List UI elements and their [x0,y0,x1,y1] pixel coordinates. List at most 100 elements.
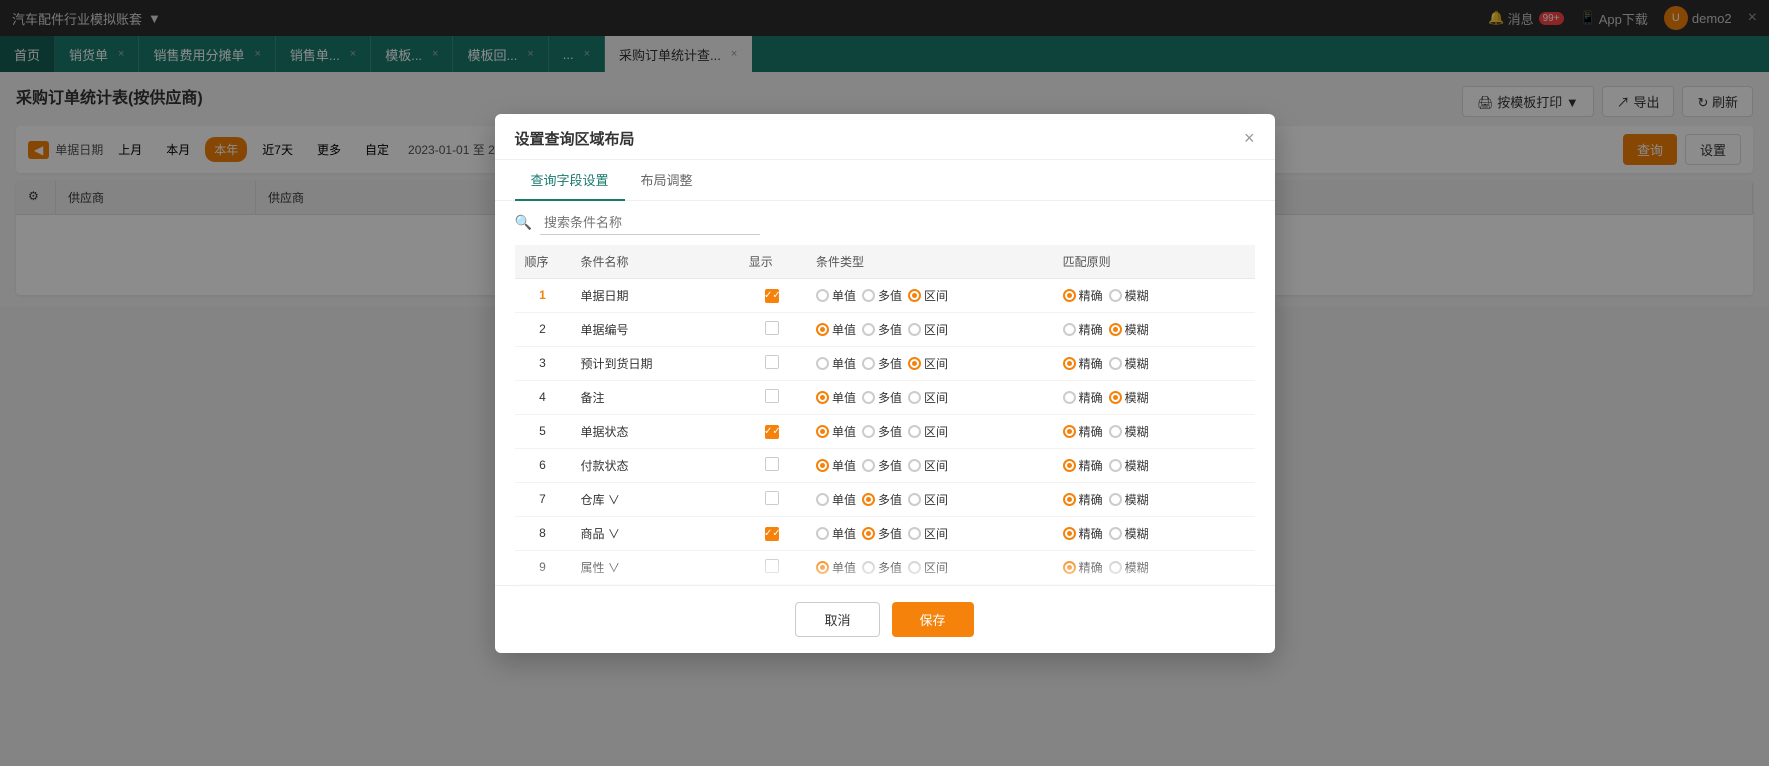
table-row: 3预计到货日期单值多值区间精确模糊 [515,346,1255,380]
order-cell: 1 [515,278,571,312]
type-cell: 单值多值区间 [806,448,1053,482]
display-checkbox[interactable] [765,355,779,369]
name-cell: 单据日期 [571,278,739,312]
match-radio-exact[interactable]: 精确 [1063,321,1103,338]
display-checkbox[interactable] [765,491,779,505]
type-cell: 单值多值区间 [806,278,1053,312]
match-radio-fuzzy[interactable]: 模糊 [1109,491,1149,508]
match-radio-exact[interactable]: 精确 [1063,457,1103,474]
type-radio-single[interactable]: 单值 [816,321,856,338]
type-radio-multi[interactable]: 多值 [862,321,902,338]
type-radio-multi[interactable]: 多值 [862,423,902,440]
display-cell[interactable] [739,380,806,414]
type-radio-range[interactable]: 区间 [908,559,948,576]
type-radio-range[interactable]: 区间 [908,423,948,440]
type-cell: 单值多值区间 [806,516,1053,550]
display-checkbox[interactable] [765,559,779,573]
type-radio-single[interactable]: 单值 [816,423,856,440]
type-radio-multi[interactable]: 多值 [862,457,902,474]
type-radio-range[interactable]: 区间 [908,321,948,338]
display-cell[interactable]: ✓ [739,278,806,312]
name-cell: 付款状态 [571,448,739,482]
match-radio-fuzzy[interactable]: 模糊 [1109,525,1149,542]
display-checkbox[interactable] [765,457,779,471]
search-icon: 🔍 [515,214,532,231]
match-radio-exact[interactable]: 精确 [1063,389,1103,406]
match-radio-exact[interactable]: 精确 [1063,525,1103,542]
type-radio-multi[interactable]: 多值 [862,559,902,576]
type-radio-range[interactable]: 区间 [908,525,948,542]
display-cell[interactable]: ✓ [739,414,806,448]
tab-layout-adjust[interactable]: 布局调整 [625,160,709,201]
tab-query-fields[interactable]: 查询字段设置 [515,160,625,201]
dialog-header: 设置查询区域布局 × [495,114,1275,160]
type-cell: 单值多值区间 [806,380,1053,414]
type-radio-multi[interactable]: 多值 [862,525,902,542]
dialog-tabs: 查询字段设置 布局调整 [495,160,1275,201]
type-radio-single[interactable]: 单值 [816,491,856,508]
match-radio-fuzzy[interactable]: 模糊 [1109,559,1149,576]
table-row: 4备注单值多值区间精确模糊 [515,380,1255,414]
order-cell: 4 [515,380,571,414]
match-radio-fuzzy[interactable]: 模糊 [1109,355,1149,372]
type-radio-range[interactable]: 区间 [908,457,948,474]
modal-overlay[interactable]: 设置查询区域布局 × 查询字段设置 布局调整 🔍 顺序 条件名称 [0,0,1769,766]
type-radio-multi[interactable]: 多值 [862,287,902,304]
name-cell: 备注 [571,380,739,414]
type-radio-single[interactable]: 单值 [816,355,856,372]
table-row: 10有无商品图片单值多值区间精确模糊 [515,584,1255,585]
name-cell: 单据状态 [571,414,739,448]
type-radio-range[interactable]: 区间 [908,389,948,406]
type-radio-single[interactable]: 单值 [816,457,856,474]
display-cell[interactable] [739,448,806,482]
cancel-btn[interactable]: 取消 [795,602,879,637]
display-cell[interactable] [739,482,806,516]
display-checkbox[interactable]: ✓ [765,425,779,439]
match-radio-exact[interactable]: 精确 [1063,355,1103,372]
type-radio-multi[interactable]: 多值 [862,355,902,372]
type-radio-multi[interactable]: 多值 [862,491,902,508]
name-cell: 商品 ∨ [571,516,739,550]
match-cell: 精确模糊 [1053,414,1255,448]
match-radio-exact[interactable]: 精确 [1063,559,1103,576]
type-radio-single[interactable]: 单值 [816,525,856,542]
dialog-close-btn[interactable]: × [1244,128,1255,149]
name-cell: 仓库 ∨ [571,482,739,516]
display-cell[interactable] [739,312,806,346]
type-radio-single[interactable]: 单值 [816,559,856,576]
save-btn[interactable]: 保存 [892,602,974,637]
match-radio-fuzzy[interactable]: 模糊 [1109,321,1149,338]
display-cell[interactable] [739,550,806,584]
display-checkbox[interactable]: ✓ [765,527,779,541]
display-cell[interactable]: ✓ [739,516,806,550]
display-cell[interactable] [739,346,806,380]
match-radio-fuzzy[interactable]: 模糊 [1109,423,1149,440]
type-radio-range[interactable]: 区间 [908,355,948,372]
order-cell: 8 [515,516,571,550]
match-radio-fuzzy[interactable]: 模糊 [1109,287,1149,304]
order-cell: 6 [515,448,571,482]
type-radio-single[interactable]: 单值 [816,389,856,406]
match-radio-fuzzy[interactable]: 模糊 [1109,389,1149,406]
th-match: 匹配原则 [1053,245,1255,279]
type-radio-range[interactable]: 区间 [908,491,948,508]
name-cell: 属性 ∨ [571,550,739,584]
match-cell: 精确模糊 [1053,278,1255,312]
order-cell: 7 [515,482,571,516]
type-radio-range[interactable]: 区间 [908,287,948,304]
match-radio-fuzzy[interactable]: 模糊 [1109,457,1149,474]
display-checkbox[interactable]: ✓ [765,289,779,303]
dialog-table: 顺序 条件名称 显示 条件类型 匹配原则 1单据日期✓单值多值区间精确模糊2单据… [515,245,1255,585]
display-checkbox[interactable] [765,389,779,403]
type-radio-multi[interactable]: 多值 [862,389,902,406]
search-input[interactable] [540,211,760,235]
type-radio-single[interactable]: 单值 [816,287,856,304]
table-row: 5单据状态✓单值多值区间精确模糊 [515,414,1255,448]
display-cell[interactable] [739,584,806,585]
match-radio-exact[interactable]: 精确 [1063,423,1103,440]
match-radio-exact[interactable]: 精确 [1063,491,1103,508]
match-radio-exact[interactable]: 精确 [1063,287,1103,304]
match-cell: 精确模糊 [1053,448,1255,482]
table-row: 2单据编号单值多值区间精确模糊 [515,312,1255,346]
display-checkbox[interactable] [765,321,779,335]
